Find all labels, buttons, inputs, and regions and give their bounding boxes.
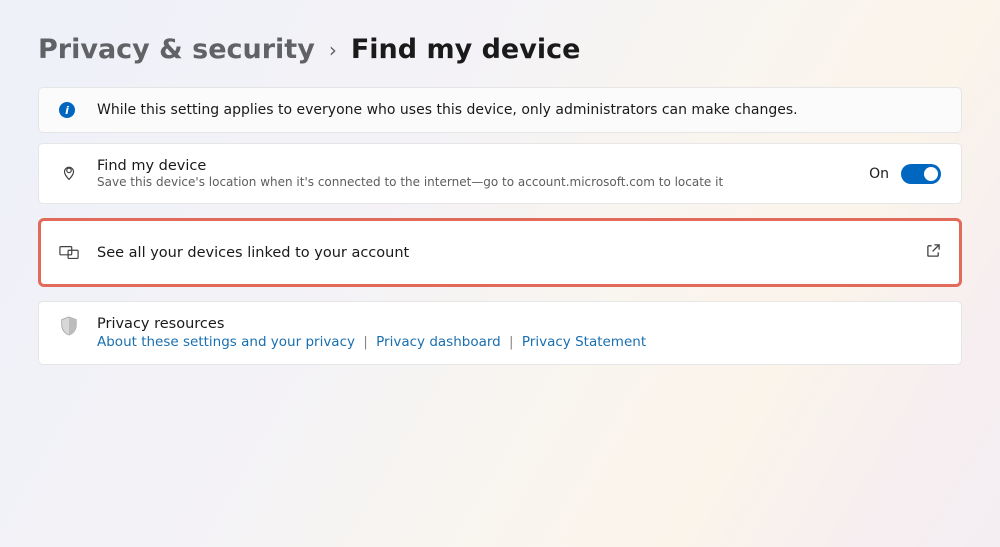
find-my-device-title: Find my device <box>97 158 869 174</box>
separator: | <box>509 334 514 350</box>
devices-icon <box>59 245 79 261</box>
privacy-dashboard-link[interactable]: Privacy dashboard <box>376 334 501 350</box>
breadcrumb-parent[interactable]: Privacy & security <box>38 34 315 65</box>
find-my-device-toggle[interactable] <box>901 164 941 184</box>
breadcrumb-current: Find my device <box>351 34 581 65</box>
info-banner: i While this setting applies to everyone… <box>38 87 962 133</box>
chevron-right-icon: › <box>329 38 337 62</box>
open-external-icon <box>926 243 941 262</box>
info-icon: i <box>59 102 75 118</box>
find-my-device-row: Find my device Save this device's locati… <box>38 143 962 204</box>
find-my-device-subtitle: Save this device's location when it's co… <box>97 175 869 189</box>
location-person-icon <box>59 165 79 183</box>
separator: | <box>363 334 368 350</box>
info-banner-text: While this setting applies to everyone w… <box>97 102 798 118</box>
breadcrumb: Privacy & security › Find my device <box>38 34 962 65</box>
privacy-resources-row: Privacy resources About these settings a… <box>38 301 962 365</box>
shield-icon <box>59 316 79 336</box>
see-all-devices-row[interactable]: See all your devices linked to your acco… <box>38 218 962 287</box>
privacy-resources-title: Privacy resources <box>97 316 941 332</box>
privacy-statement-link[interactable]: Privacy Statement <box>522 334 646 350</box>
toggle-state-label: On <box>869 166 889 182</box>
see-all-devices-label: See all your devices linked to your acco… <box>97 245 926 261</box>
about-settings-privacy-link[interactable]: About these settings and your privacy <box>97 334 355 350</box>
